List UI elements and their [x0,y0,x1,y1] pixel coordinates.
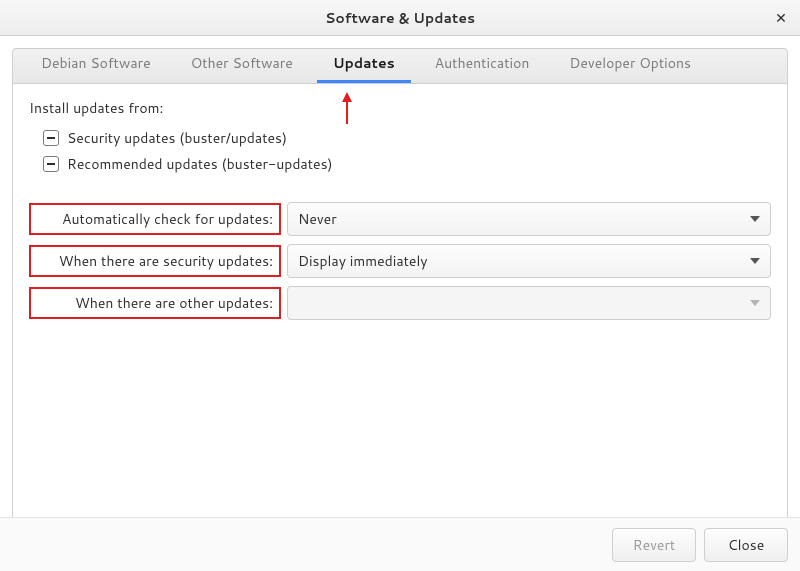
update-settings: Automatically check for updates: Never W… [29,202,771,320]
annotation-arrow-icon [339,92,355,126]
label-other-updates: When there are other updates: [29,287,281,319]
checkbox-recommended-updates[interactable] [43,156,59,172]
row-auto-check: Automatically check for updates: Never [29,202,771,236]
tab-bar: Debian Software Other Software Updates A… [12,48,788,84]
combo-other-updates [287,286,771,320]
chevron-down-icon [750,216,760,222]
revert-button: Revert [612,528,696,562]
install-from-label: Install updates from: [29,98,771,118]
close-button[interactable]: Close [704,528,788,562]
content-area: Debian Software Other Software Updates A… [0,36,800,520]
checkbox-recommended-label: Recommended updates (buster-updates) [67,154,333,174]
close-icon[interactable]: ✕ [772,9,790,27]
combo-security-updates[interactable]: Display immediately [287,244,771,278]
tab-debian-software[interactable]: Debian Software [25,45,167,83]
label-security-updates: When there are security updates: [29,245,281,277]
check-row-security: Security updates (buster/updates) [43,128,771,148]
dialog-footer: Revert Close [0,517,800,571]
checkbox-security-updates[interactable] [43,130,59,146]
chevron-down-icon [750,258,760,264]
row-other-updates: When there are other updates: [29,286,771,320]
row-security-updates: When there are security updates: Display… [29,244,771,278]
chevron-down-icon [750,300,760,306]
check-row-recommended: Recommended updates (buster-updates) [43,154,771,174]
checkbox-security-label: Security updates (buster/updates) [67,128,287,148]
updates-panel: Install updates from: Security updates (… [12,84,788,520]
combo-auto-check-value: Never [298,209,337,229]
label-auto-check: Automatically check for updates: [29,203,281,235]
combo-security-value: Display immediately [298,251,428,271]
tab-updates[interactable]: Updates [317,45,411,83]
title-bar: Software & Updates ✕ [0,0,800,36]
window-title: Software & Updates [325,8,475,28]
tab-authentication[interactable]: Authentication [419,45,546,83]
combo-auto-check[interactable]: Never [287,202,771,236]
tab-developer-options[interactable]: Developer Options [553,45,707,83]
tab-other-software[interactable]: Other Software [175,45,309,83]
